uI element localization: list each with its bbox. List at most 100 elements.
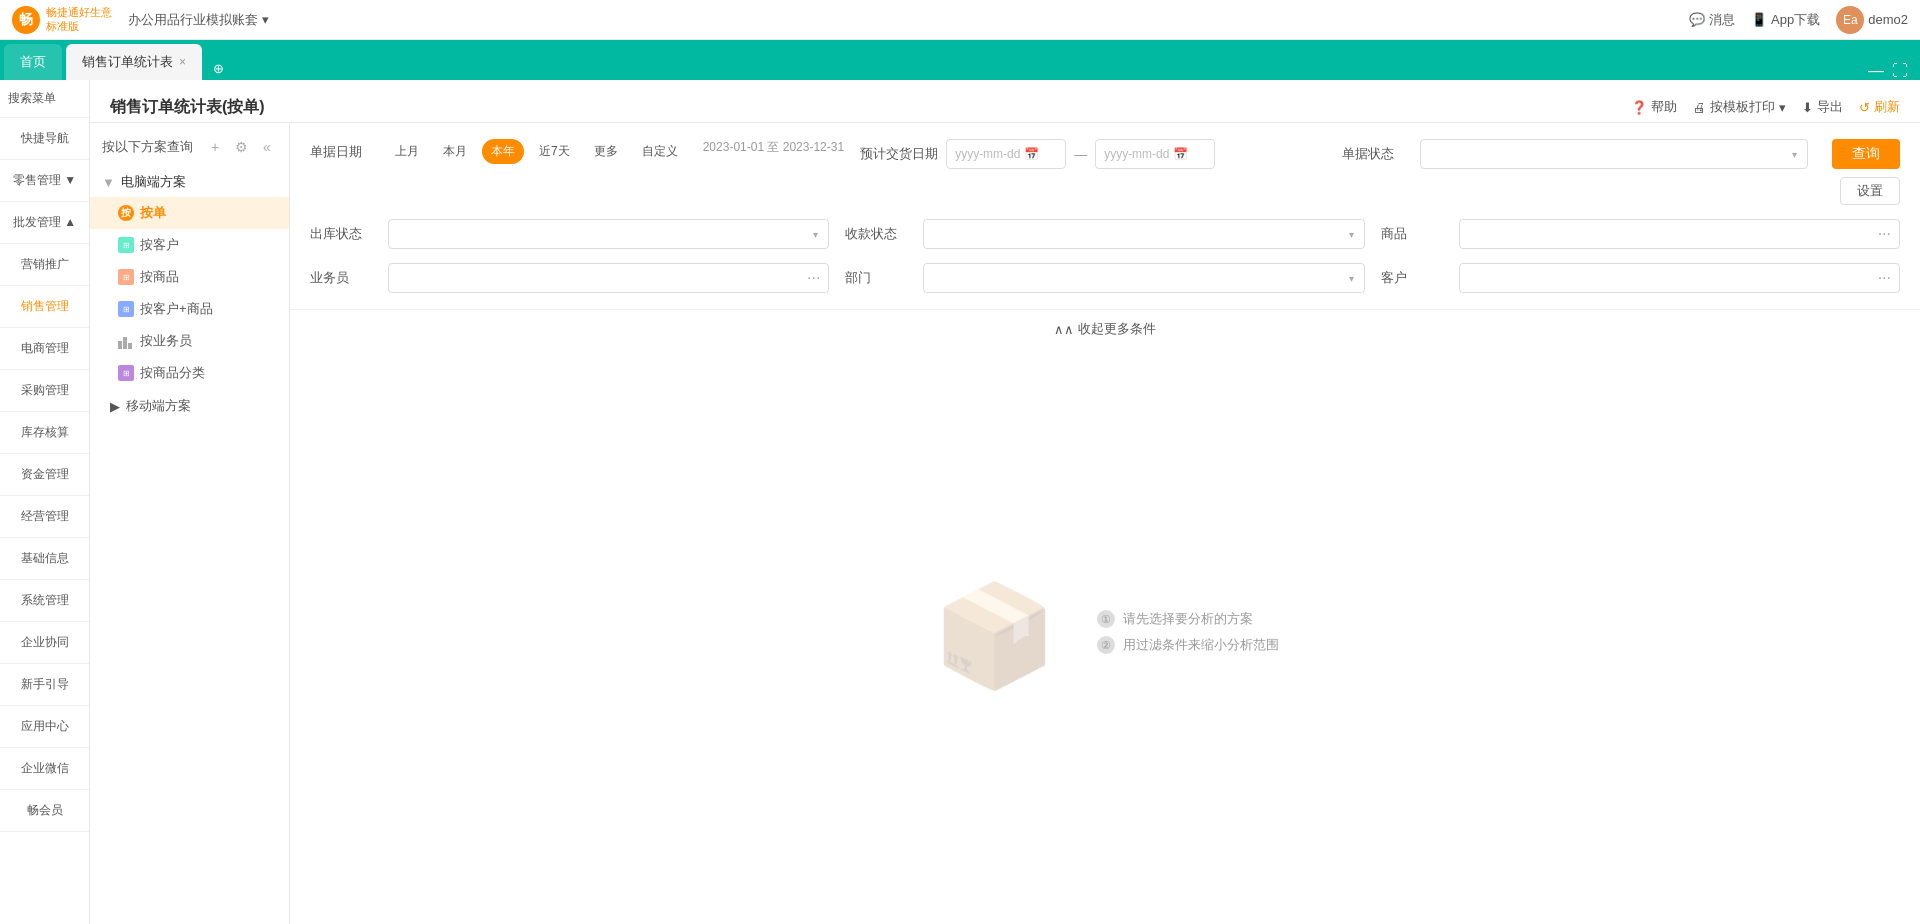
- add-scheme-button[interactable]: +: [205, 137, 225, 157]
- collapse-button[interactable]: ∧∧ 收起更多条件: [1054, 320, 1156, 338]
- salesperson-select[interactable]: ···: [388, 263, 829, 293]
- scheme-item-bycategory[interactable]: ⊞ 按商品分类: [90, 357, 289, 389]
- scheme-panel-title: 按以下方案查询: [102, 138, 193, 156]
- pc-scheme-group-header[interactable]: ▼ 电脑端方案: [90, 167, 289, 197]
- setting-button[interactable]: 设置: [1840, 177, 1900, 205]
- date-btn-last7days[interactable]: 近7天: [530, 139, 579, 164]
- export-button[interactable]: ⬇ 导出: [1802, 92, 1843, 122]
- print-button[interactable]: 🖨 按模板打印 ▾: [1693, 92, 1786, 122]
- expected-date-start-input[interactable]: yyyy-mm-dd 📅: [946, 139, 1066, 169]
- goods-select[interactable]: ···: [1459, 219, 1900, 249]
- page-actions: ❓ 帮助 🖨 按模板打印 ▾ ⬇ 导出 ↺ 刷新: [1631, 92, 1900, 122]
- app-selector[interactable]: 办公用品行业模拟账套 ▾: [120, 11, 277, 29]
- close-tab-button[interactable]: ×: [179, 55, 186, 69]
- sidebar-item-marketing[interactable]: 营销推广: [0, 244, 89, 286]
- sidebar-item-newbie[interactable]: 新手引导: [0, 664, 89, 706]
- date-btn-custom[interactable]: 自定义: [633, 139, 687, 164]
- payment-status-block: 收款状态 ▾: [845, 219, 1364, 249]
- content-area: 销售订单统计表(按单) ❓ 帮助 🖨 按模板打印 ▾ ⬇ 导出 ↺ 刷新: [90, 80, 1920, 924]
- query-button[interactable]: 查询: [1832, 139, 1900, 169]
- bysalesperson-icon: [118, 333, 134, 349]
- date-btn-lastmonth[interactable]: 上月: [386, 139, 428, 164]
- date-btn-thismonth[interactable]: 本月: [434, 139, 476, 164]
- top-bar-left: 畅 畅捷通好生意 标准版 办公用品行业模拟账套 ▾: [12, 6, 277, 34]
- date-btn-thisyear[interactable]: 本年: [482, 139, 524, 164]
- right-panel: 单据日期 上月 本月 本年 近7天 更多 自定义 2023-01-: [290, 123, 1920, 924]
- mobile-scheme-group-header[interactable]: ▶ 移动端方案: [90, 391, 289, 421]
- sidebar-item-system[interactable]: 系统管理: [0, 580, 89, 622]
- sidebar-item-quicknav[interactable]: 快捷导航: [0, 118, 89, 160]
- department-select[interactable]: ▾: [923, 263, 1364, 293]
- scheme-panel: 按以下方案查询 + ⚙ « ▼ 电脑端方案 按 按单: [90, 123, 290, 924]
- sidebar-item-purchase[interactable]: 采购管理: [0, 370, 89, 412]
- payment-status-dropdown-icon: ▾: [1349, 229, 1354, 240]
- help-icon: ❓: [1631, 100, 1647, 115]
- scheme-panel-icons: + ⚙ «: [205, 137, 277, 157]
- print-icon: 🖨: [1693, 100, 1706, 115]
- expand-tabs-button[interactable]: ⊕: [206, 56, 230, 80]
- calendar-end-icon[interactable]: 📅: [1173, 147, 1188, 161]
- empty-tip-1: ① 请先选择要分析的方案: [1097, 610, 1279, 628]
- sidebar-item-appcenter[interactable]: 应用中心: [0, 706, 89, 748]
- ship-status-dropdown-icon: ▾: [813, 229, 818, 240]
- action-btn-group: 查询 设置: [1832, 139, 1900, 205]
- payment-status-select[interactable]: ▾: [923, 219, 1364, 249]
- top-bar-right: 💬 消息 📱 App下载 Ea demo2: [1689, 6, 1908, 34]
- avatar: Ea: [1836, 6, 1864, 34]
- scheme-item-bysalesperson[interactable]: 按业务员: [90, 325, 289, 357]
- sidebar-item-basic[interactable]: 基础信息: [0, 538, 89, 580]
- scheme-item-byorder[interactable]: 按 按单: [90, 197, 289, 229]
- help-button[interactable]: ❓ 帮助: [1631, 92, 1677, 122]
- sidebar-item-wechat[interactable]: 企业微信: [0, 748, 89, 790]
- ship-status-select[interactable]: ▾: [388, 219, 829, 249]
- message-icon: 💬: [1689, 12, 1705, 27]
- department-label: 部门: [845, 269, 915, 287]
- customer-select[interactable]: ···: [1459, 263, 1900, 293]
- mobile-expand-arrow-icon: ▶: [110, 399, 120, 414]
- top-bar: 畅 畅捷通好生意 标准版 办公用品行业模拟账套 ▾ 💬 消息 📱 App下载 E…: [0, 0, 1920, 40]
- sidebar-item-wholesale[interactable]: 批发管理 ▲: [0, 202, 89, 244]
- sidebar-item-operations[interactable]: 经营管理: [0, 496, 89, 538]
- sidebar-item-finance[interactable]: 资金管理: [0, 454, 89, 496]
- main-layout: 搜索菜单 快捷导航 零售管理 ▼ 批发管理 ▲ 营销推广 销售管理 电商管理 采…: [0, 80, 1920, 924]
- status-select[interactable]: ▾: [1420, 139, 1808, 169]
- bycategory-icon: ⊞: [118, 365, 134, 381]
- scheme-settings-button[interactable]: ⚙: [231, 137, 251, 157]
- refresh-button[interactable]: ↺ 刷新: [1859, 92, 1900, 122]
- app-download-button[interactable]: 📱 App下载: [1751, 11, 1820, 29]
- filter-row-2: 出库状态 ▾ 收款状态 ▾: [310, 219, 1900, 249]
- empty-tip-2: ② 用过滤条件来缩小分析范围: [1097, 636, 1279, 654]
- tab-home[interactable]: 首页: [4, 44, 62, 80]
- sidebar-item-retail[interactable]: 零售管理 ▼: [0, 160, 89, 202]
- message-button[interactable]: 💬 消息: [1689, 11, 1735, 29]
- empty-illustration: 📦: [932, 577, 1057, 695]
- tab-sales-order-stat[interactable]: 销售订单统计表 ×: [66, 44, 202, 80]
- calendar-start-icon[interactable]: 📅: [1024, 147, 1039, 161]
- print-dropdown-icon: ▾: [1779, 100, 1786, 115]
- collapse-scheme-button[interactable]: «: [257, 137, 277, 157]
- scheme-item-bygoods[interactable]: ⊞ 按商品: [90, 261, 289, 293]
- sidebar-item-inventory[interactable]: 库存核算: [0, 412, 89, 454]
- expected-date-end-input[interactable]: yyyy-mm-dd 📅: [1095, 139, 1215, 169]
- user-menu[interactable]: Ea demo2: [1836, 6, 1908, 34]
- sidebar-item-sales[interactable]: 销售管理: [0, 286, 89, 328]
- status-label: 单据状态: [1342, 145, 1412, 163]
- sidebar-search[interactable]: 搜索菜单: [0, 80, 89, 118]
- inner-layout: 按以下方案查询 + ⚙ « ▼ 电脑端方案 按 按单: [90, 123, 1920, 924]
- maximize-window-button[interactable]: ⛶: [1892, 62, 1908, 80]
- tip-num-1: ①: [1097, 610, 1115, 628]
- scheme-item-bycustomer[interactable]: ⊞ 按客户: [90, 229, 289, 261]
- ship-status-label: 出库状态: [310, 225, 380, 243]
- filter-row-3: 业务员 ··· 部门 ▾: [310, 263, 1900, 293]
- sidebar-item-ecommerce[interactable]: 电商管理: [0, 328, 89, 370]
- salesperson-dots-icon: ···: [807, 269, 820, 287]
- customer-filter-block: 客户 ···: [1381, 263, 1900, 293]
- sidebar-item-enterprise[interactable]: 企业协同: [0, 622, 89, 664]
- date-btn-more[interactable]: 更多: [585, 139, 627, 164]
- sidebar-item-member[interactable]: 畅会员: [0, 790, 89, 832]
- minimize-window-button[interactable]: —: [1868, 62, 1884, 80]
- date-filter-block: 单据日期 上月 本月 本年 近7天 更多 自定义: [310, 139, 687, 164]
- date-label: 单据日期: [310, 143, 380, 161]
- scheme-item-bycustomergoods[interactable]: ⊞ 按客户+商品: [90, 293, 289, 325]
- empty-state: 📦 ① 请先选择要分析的方案 ② 用过滤条件来缩小分析范围: [290, 348, 1920, 924]
